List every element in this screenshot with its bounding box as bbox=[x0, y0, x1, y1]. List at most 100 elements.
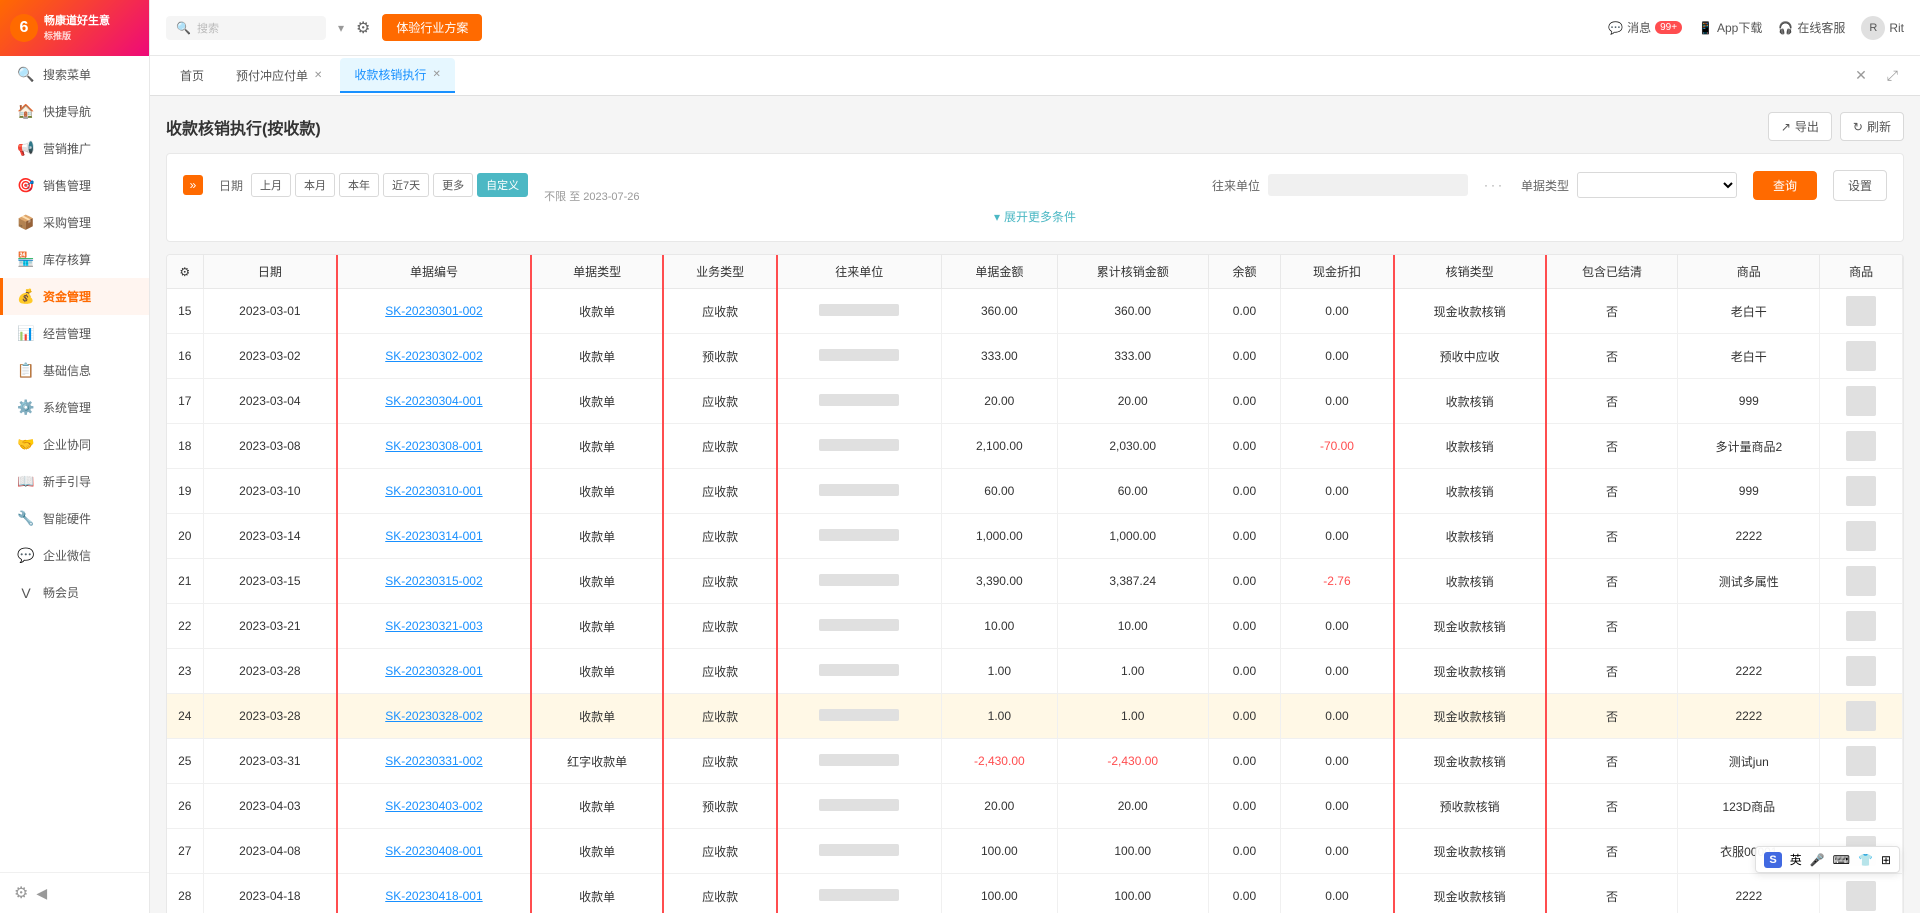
sidebar-item-marketing[interactable]: 📢营销推广 bbox=[0, 130, 149, 167]
ime-grid-icon[interactable]: ⊞ bbox=[1881, 853, 1891, 867]
bill-no-link[interactable]: SK-20230321-003 bbox=[385, 619, 482, 633]
cell-amount: 100.00 bbox=[941, 874, 1057, 913]
ime-keyboard-icon[interactable]: ⌨ bbox=[1833, 853, 1850, 867]
bill-no-link[interactable]: SK-20230331-002 bbox=[385, 754, 482, 768]
sidebar-item-inventory[interactable]: 🏪库存核算 bbox=[0, 241, 149, 278]
sidebar-bottom[interactable]: ⚙ ◀ bbox=[0, 872, 149, 913]
expand-tab-button[interactable]: ⤢ bbox=[1881, 65, 1904, 86]
custom-date-btn[interactable]: 自定义 bbox=[477, 173, 528, 197]
bill-no-link[interactable]: SK-20230308-001 bbox=[385, 439, 482, 453]
tab-home[interactable]: 首页 bbox=[166, 59, 218, 92]
bill-no-link[interactable]: SK-20230301-002 bbox=[385, 304, 482, 318]
cell-partner bbox=[777, 334, 941, 379]
this-year-btn[interactable]: 本年 bbox=[339, 173, 379, 197]
setting-button[interactable]: 设置 bbox=[1833, 170, 1887, 201]
user-profile[interactable]: R Rit bbox=[1861, 16, 1904, 40]
cell-discount: 0.00 bbox=[1281, 289, 1394, 334]
sidebar-item-sales[interactable]: 🎯销售管理 bbox=[0, 167, 149, 204]
receipt-type-select[interactable] bbox=[1577, 172, 1737, 198]
gear-icon[interactable]: ⚙ bbox=[356, 18, 370, 38]
notifications-item[interactable]: 💬 消息 99+ bbox=[1608, 19, 1682, 36]
expand-label: 展开更多条件 bbox=[1004, 208, 1076, 225]
filter-toggle-button[interactable]: » bbox=[183, 175, 203, 195]
app-download-item[interactable]: 📱 App下载 bbox=[1698, 19, 1762, 36]
sidebar-item-corp[interactable]: 🤝企业协同 bbox=[0, 426, 149, 463]
cell-biz-type: 应收款 bbox=[663, 874, 776, 913]
sidebar-item-guide[interactable]: 📖新手引导 bbox=[0, 463, 149, 500]
sidebar-item-finance[interactable]: 💰资金管理 bbox=[0, 278, 149, 315]
partner-input[interactable] bbox=[1268, 174, 1468, 196]
bill-no-link[interactable]: SK-20230302-002 bbox=[385, 349, 482, 363]
cell-bill-no: SK-20230408-001 bbox=[337, 829, 530, 874]
last-month-btn[interactable]: 上月 bbox=[251, 173, 291, 197]
cell-acc-amount: 360.00 bbox=[1057, 289, 1208, 334]
cell-no: 28 bbox=[167, 874, 203, 913]
tab-receipt[interactable]: 收款核销执行 ✕ bbox=[340, 58, 454, 93]
col-bill-no: 单据编号 bbox=[337, 255, 530, 289]
online-service-item[interactable]: 🎧 在线客服 bbox=[1778, 19, 1845, 36]
cell-acc-amount: 10.00 bbox=[1057, 604, 1208, 649]
cell-balance: 0.00 bbox=[1208, 739, 1281, 784]
col-bill-type: 单据类型 bbox=[531, 255, 664, 289]
collapse-icon[interactable]: ◀ bbox=[36, 885, 47, 902]
export-button[interactable]: ↗ 导出 bbox=[1768, 112, 1832, 141]
cell-product: 老白干 bbox=[1678, 289, 1820, 334]
bill-no-link[interactable]: SK-20230304-001 bbox=[385, 394, 482, 408]
more-date-btn[interactable]: 更多 bbox=[433, 173, 473, 197]
column-settings-icon[interactable]: ⚙ bbox=[179, 265, 190, 279]
close-tab-button[interactable]: ✕ bbox=[1849, 65, 1873, 86]
bill-no-link[interactable]: SK-20230310-001 bbox=[385, 484, 482, 498]
sidebar-label-marketing: 营销推广 bbox=[43, 140, 91, 157]
sidebar-item-wechat[interactable]: 💬企业微信 bbox=[0, 537, 149, 574]
cell-acc-amount: 20.00 bbox=[1057, 379, 1208, 424]
bill-no-link[interactable]: SK-20230314-001 bbox=[385, 529, 482, 543]
receipt-type-label: 单据类型 bbox=[1521, 177, 1569, 194]
bill-no-link[interactable]: SK-20230403-002 bbox=[385, 799, 482, 813]
page-title: 收款核销执行(按收款) bbox=[166, 115, 321, 139]
industry-solution-button[interactable]: 体验行业方案 bbox=[382, 14, 482, 41]
query-button[interactable]: 查询 bbox=[1753, 171, 1817, 200]
last-7days-btn[interactable]: 近7天 bbox=[383, 173, 429, 197]
cell-product2 bbox=[1820, 469, 1903, 514]
sidebar-item-basic[interactable]: 📋基础信息 bbox=[0, 352, 149, 389]
cell-product2 bbox=[1820, 514, 1903, 559]
bill-no-link[interactable]: SK-20230328-001 bbox=[385, 664, 482, 678]
sidebar-logo: 6 畅康道好生意 标推版 bbox=[0, 0, 149, 56]
cell-bill-type: 收款单 bbox=[531, 469, 664, 514]
bill-no-link[interactable]: SK-20230408-001 bbox=[385, 844, 482, 858]
cell-acc-amount: 333.00 bbox=[1057, 334, 1208, 379]
tab-prepay[interactable]: 预付冲应付单 ✕ bbox=[222, 59, 336, 92]
tab-receipt-close-icon[interactable]: ✕ bbox=[432, 69, 440, 80]
cell-biz-type: 应收款 bbox=[663, 289, 776, 334]
sidebar-item-operations[interactable]: 📊经营管理 bbox=[0, 315, 149, 352]
expand-conditions-btn[interactable]: ▾ 展开更多条件 bbox=[183, 204, 1887, 229]
settings-icon[interactable]: ⚙ bbox=[14, 883, 28, 903]
cell-product2 bbox=[1820, 739, 1903, 784]
cell-discount: 0.00 bbox=[1281, 829, 1394, 874]
refresh-button[interactable]: ↻ 刷新 bbox=[1840, 112, 1904, 141]
sidebar-item-purchase[interactable]: 📦采购管理 bbox=[0, 204, 149, 241]
cell-product2 bbox=[1820, 604, 1903, 649]
cell-no: 15 bbox=[167, 289, 203, 334]
bill-no-link[interactable]: SK-20230418-001 bbox=[385, 889, 482, 903]
col-acc-amount: 累计核销金额 bbox=[1057, 255, 1208, 289]
logo-name: 畅康道好生意 bbox=[44, 14, 110, 28]
table-row: 18 2023-03-08 SK-20230308-001 收款单 应收款 2,… bbox=[167, 424, 1903, 469]
app-download-label: App下载 bbox=[1717, 19, 1762, 36]
ime-shirt-icon[interactable]: 👕 bbox=[1858, 853, 1873, 867]
bill-no-link[interactable]: SK-20230315-002 bbox=[385, 574, 482, 588]
sidebar-item-member[interactable]: V畅会员 bbox=[0, 574, 149, 611]
cell-amount: -2,430.00 bbox=[941, 739, 1057, 784]
tab-prepay-close-icon[interactable]: ✕ bbox=[314, 70, 322, 81]
bill-no-link[interactable]: SK-20230328-002 bbox=[385, 709, 482, 723]
sidebar-item-search[interactable]: 🔍搜索菜单 bbox=[0, 56, 149, 93]
sidebar-item-system[interactable]: ⚙️系统管理 bbox=[0, 389, 149, 426]
table-row: 19 2023-03-10 SK-20230310-001 收款单 应收款 60… bbox=[167, 469, 1903, 514]
ime-mic-icon[interactable]: 🎤 bbox=[1810, 853, 1825, 867]
sidebar-item-hardware[interactable]: 🔧智能硬件 bbox=[0, 500, 149, 537]
this-month-btn[interactable]: 本月 bbox=[295, 173, 335, 197]
header-search-box[interactable]: 🔍 搜索 bbox=[166, 16, 326, 40]
sidebar-icon-guide: 📖 bbox=[17, 473, 35, 490]
sidebar-item-quicknav[interactable]: 🏠快捷导航 bbox=[0, 93, 149, 130]
col-settings[interactable]: ⚙ bbox=[167, 255, 203, 289]
